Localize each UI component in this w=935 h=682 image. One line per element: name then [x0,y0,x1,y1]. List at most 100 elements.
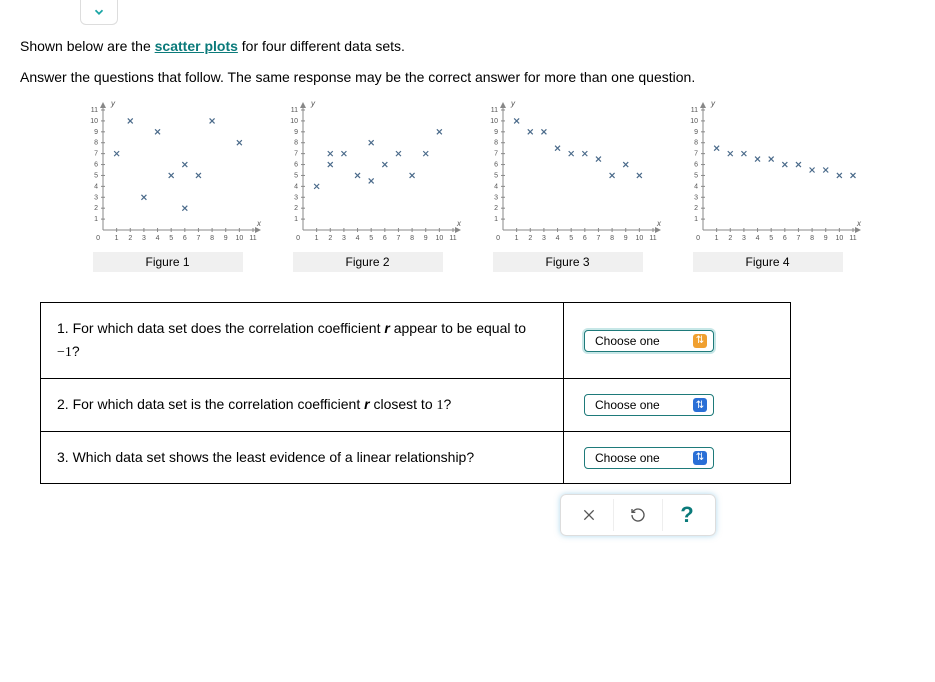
svg-text:10: 10 [635,235,643,242]
svg-text:0: 0 [696,235,700,242]
svg-text:11: 11 [690,107,697,114]
intro-pre: Shown below are the [20,38,155,54]
svg-text:3: 3 [694,194,698,201]
svg-text:6: 6 [94,162,98,169]
figure-3-chart: 123456789101101234567891011yx [473,100,663,250]
svg-text:y: y [310,100,316,108]
svg-text:4: 4 [294,184,298,191]
svg-text:6: 6 [294,162,298,169]
svg-text:5: 5 [769,235,773,242]
svg-text:3: 3 [94,194,98,201]
svg-text:2: 2 [328,235,332,242]
svg-text:7: 7 [494,151,498,158]
chevron-down-icon [92,5,106,19]
svg-text:y: y [110,100,116,108]
svg-text:9: 9 [423,235,427,242]
answer-1-cell: Choose one ⇅ [564,303,791,379]
svg-text:5: 5 [494,173,498,180]
svg-text:9: 9 [223,235,227,242]
svg-text:4: 4 [694,184,698,191]
svg-text:9: 9 [823,235,827,242]
svg-text:1: 1 [694,216,698,223]
svg-text:8: 8 [294,140,298,147]
svg-text:4: 4 [94,184,98,191]
question-table: 1. For which data set does the correlati… [40,302,791,484]
q1-text-pre: 1. For which data set does the correlati… [57,320,384,336]
answer-3-select[interactable]: Choose one ⇅ [584,447,714,469]
svg-text:1: 1 [494,216,498,223]
svg-text:7: 7 [694,151,698,158]
figure-4-label: Figure 4 [693,252,843,272]
svg-text:11: 11 [249,235,256,242]
svg-text:10: 10 [435,235,443,242]
svg-text:1: 1 [514,235,518,242]
svg-text:5: 5 [569,235,573,242]
svg-text:10: 10 [90,118,98,125]
svg-text:x: x [256,219,262,228]
q1-val: −1 [57,345,72,360]
svg-text:8: 8 [694,140,698,147]
updown-icon: ⇅ [693,398,707,412]
select-text: Choose one [595,398,660,412]
svg-text:9: 9 [294,129,298,136]
svg-text:2: 2 [94,205,98,212]
intro-post: for four different data sets. [238,38,405,54]
q2-end: ? [444,396,452,412]
svg-text:6: 6 [382,235,386,242]
svg-text:1: 1 [114,235,118,242]
svg-text:2: 2 [528,235,532,242]
svg-text:10: 10 [290,118,298,125]
question-3: 3. Which data set shows the least eviden… [41,432,564,483]
table-row: 2. For which data set is the correlation… [41,378,791,431]
svg-text:7: 7 [196,235,200,242]
figure-1-wrap: 123456789101101234567891011yx Figure 1 [68,100,268,272]
svg-text:2: 2 [494,205,498,212]
svg-text:4: 4 [355,235,359,242]
svg-text:5: 5 [294,173,298,180]
svg-text:8: 8 [210,235,214,242]
svg-text:0: 0 [296,235,300,242]
q2-text-post: closest to [370,396,437,412]
help-button[interactable]: ? [663,499,711,531]
figure-4-chart: 123456789101101234567891011yx [673,100,863,250]
reset-button[interactable] [614,499,663,531]
answer-1-select[interactable]: Choose one ⇅ [584,330,714,352]
svg-text:3: 3 [741,235,745,242]
svg-text:10: 10 [490,118,498,125]
svg-text:9: 9 [694,129,698,136]
svg-text:7: 7 [396,235,400,242]
question-1: 1. For which data set does the correlati… [41,303,564,379]
svg-text:3: 3 [141,235,145,242]
svg-text:6: 6 [182,235,186,242]
answer-2-select[interactable]: Choose one ⇅ [584,394,714,416]
svg-text:1: 1 [314,235,318,242]
svg-text:8: 8 [810,235,814,242]
svg-text:x: x [856,219,862,228]
intro-paragraph: Shown below are the scatter plots for fo… [20,33,915,60]
svg-text:y: y [510,100,516,108]
svg-text:1: 1 [714,235,718,242]
svg-text:4: 4 [155,235,159,242]
figure-3-wrap: 123456789101101234567891011yx Figure 3 [468,100,668,272]
svg-text:9: 9 [494,129,498,136]
svg-text:5: 5 [369,235,373,242]
figure-2-chart: 123456789101101234567891011yx [273,100,463,250]
svg-text:4: 4 [555,235,559,242]
svg-text:3: 3 [341,235,345,242]
updown-icon: ⇅ [693,334,707,348]
svg-text:7: 7 [294,151,298,158]
svg-text:6: 6 [582,235,586,242]
svg-text:11: 11 [649,235,656,242]
figure-1-chart: 123456789101101234567891011yx [73,100,263,250]
svg-text:10: 10 [235,235,243,242]
scatter-plots-link[interactable]: scatter plots [155,38,238,54]
svg-text:7: 7 [796,235,800,242]
clear-button[interactable] [565,499,614,531]
select-text: Choose one [595,451,660,465]
svg-text:6: 6 [694,162,698,169]
table-row: 3. Which data set shows the least eviden… [41,432,791,483]
q2-text-pre: 2. For which data set is the correlation… [57,396,364,412]
svg-text:3: 3 [494,194,498,201]
collapse-toggle[interactable] [80,0,118,25]
svg-text:8: 8 [410,235,414,242]
